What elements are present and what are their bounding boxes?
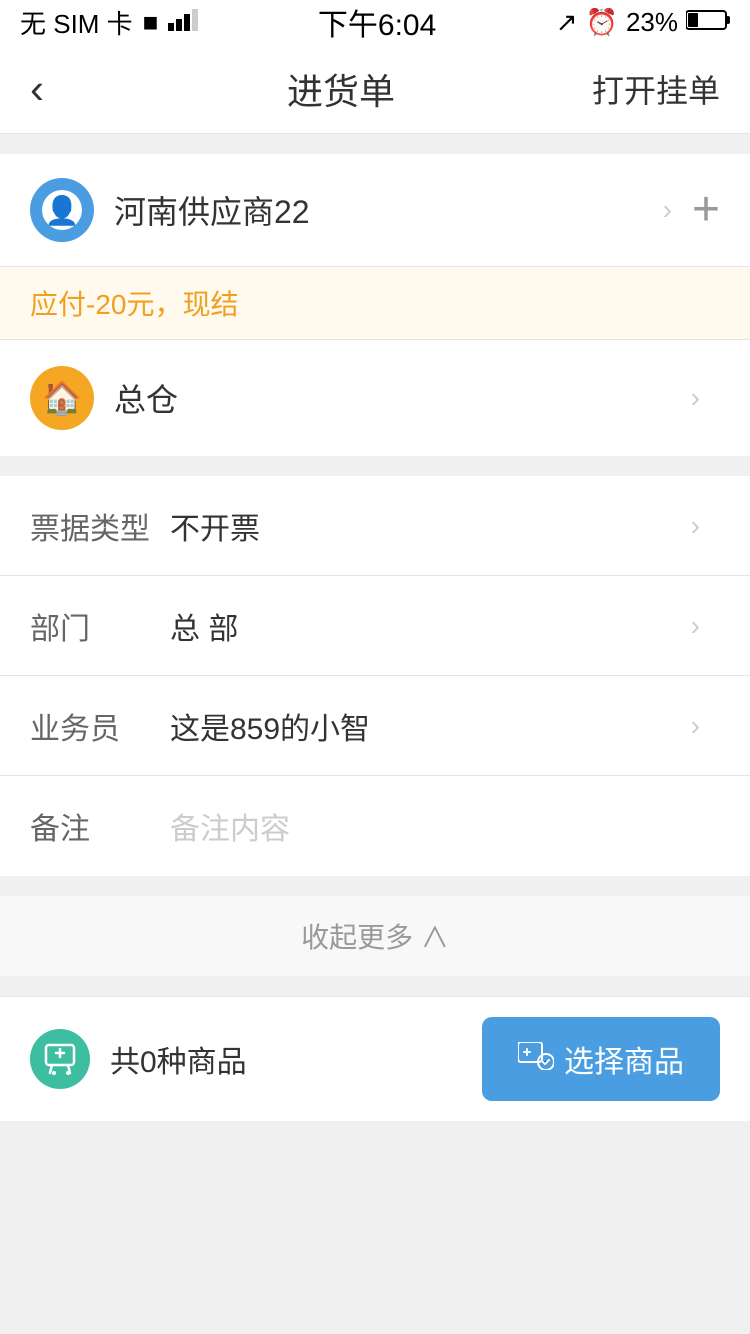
cart-icon	[42, 1041, 78, 1077]
sales-row[interactable]: 业务员 这是859的小智 ›	[0, 676, 750, 776]
sales-value: 这是859的小智	[150, 704, 691, 748]
nav-title: 进货单	[287, 63, 395, 115]
notice-bar: 应付-20元，现结	[0, 267, 750, 339]
add-supplier-button[interactable]: +	[692, 186, 720, 234]
invoice-chevron-icon: ›	[691, 510, 700, 542]
select-btn-icon	[518, 1042, 554, 1077]
collapse-label: 收起更多 ∧	[301, 916, 449, 956]
product-icon-wrap	[30, 1029, 90, 1089]
wifi-icon: ■	[143, 7, 159, 38]
location-icon: ↗	[556, 7, 578, 38]
dept-value: 总 部	[150, 604, 691, 648]
dept-chevron-icon: ›	[691, 610, 700, 642]
invoice-label: 票据类型	[30, 504, 150, 548]
bottom-bar: 共0种商品 选择商品	[0, 996, 750, 1121]
supplier-avatar: 👤	[30, 178, 94, 242]
dept-row[interactable]: 部门 总 部 ›	[0, 576, 750, 676]
gap-1	[0, 134, 750, 154]
alarm-icon: ⏰	[586, 7, 618, 38]
person-icon: 👤	[45, 194, 80, 227]
supplier-row[interactable]: 👤 河南供应商22 › +	[0, 154, 750, 267]
status-left: 无 SIM 卡 ■	[20, 4, 198, 41]
warehouse-icon-wrap: 🏠	[30, 366, 94, 430]
supplier-card: 👤 河南供应商22 › + 应付-20元，现结 🏠 总仓 ›	[0, 154, 750, 456]
battery-icon	[686, 7, 730, 38]
status-right: ↗ ⏰ 23%	[556, 7, 730, 38]
warehouse-icon: 🏠	[42, 379, 82, 417]
form-section: 票据类型 不开票 › 部门 总 部 › 业务员 这是859的小智 › 备注 备注…	[0, 476, 750, 876]
warehouse-row[interactable]: 🏠 总仓 ›	[0, 339, 750, 456]
note-row[interactable]: 备注 备注内容	[0, 776, 750, 876]
sales-label: 业务员	[30, 704, 150, 748]
product-count: 共0种商品	[110, 1037, 482, 1081]
note-placeholder: 备注内容	[150, 804, 720, 848]
sales-chevron-icon: ›	[691, 710, 700, 742]
notice-text: 应付-20元，现结	[30, 289, 238, 320]
open-pending-button[interactable]: 打开挂单	[592, 66, 720, 112]
avatar-inner: 👤	[42, 190, 82, 230]
carrier-text: 无 SIM 卡	[20, 4, 133, 41]
status-bar: 无 SIM 卡 ■ 下午6:04 ↗ ⏰ 23%	[0, 0, 750, 44]
invoice-value: 不开票	[150, 504, 691, 548]
invoice-row[interactable]: 票据类型 不开票 ›	[0, 476, 750, 576]
supplier-chevron-icon: ›	[663, 194, 672, 226]
warehouse-name: 总仓	[114, 375, 691, 421]
select-btn-label: 选择商品	[564, 1037, 684, 1081]
back-button[interactable]: ‹	[30, 65, 90, 113]
note-label: 备注	[30, 804, 150, 848]
dept-label: 部门	[30, 604, 150, 648]
collapse-button[interactable]: 收起更多 ∧	[0, 896, 750, 976]
supplier-name: 河南供应商22	[114, 187, 663, 233]
signal-bars	[168, 7, 198, 38]
battery-text: 23%	[626, 7, 678, 38]
warehouse-chevron-icon: ›	[691, 382, 700, 414]
nav-bar: ‹ 进货单 打开挂单	[0, 44, 750, 134]
status-time: 下午6:04	[318, 0, 436, 44]
select-product-button[interactable]: 选择商品	[482, 1017, 720, 1101]
